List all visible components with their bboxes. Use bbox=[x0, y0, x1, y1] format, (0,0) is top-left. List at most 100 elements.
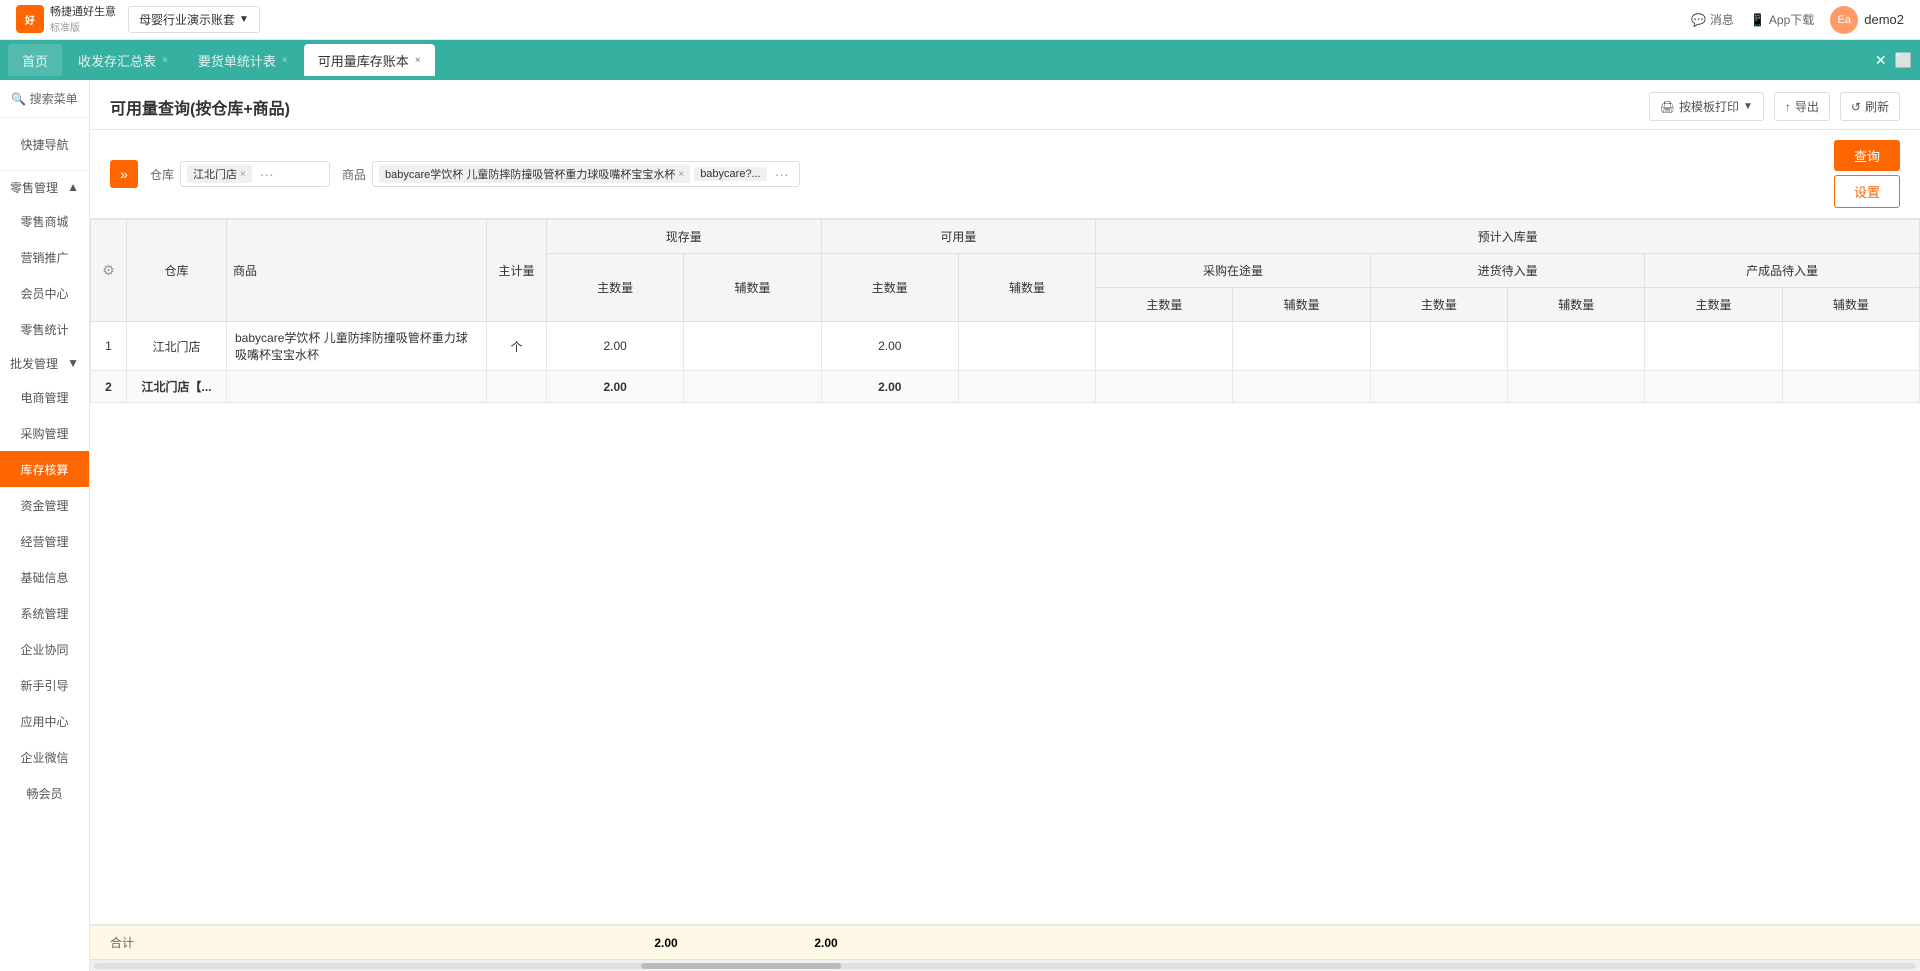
purchase-main-cell bbox=[1096, 322, 1233, 371]
wholesale-chevron-icon: ▼ bbox=[67, 356, 79, 370]
goods-aux-subheader: 辅数量 bbox=[1508, 288, 1645, 322]
product-tag-1-label: babycare学饮杯 儿童防摔防撞吸管杯重力球吸嘴杯宝宝水杯 bbox=[385, 166, 675, 182]
refresh-btn[interactable]: ↺ 刷新 bbox=[1840, 92, 1900, 121]
sidebar-search[interactable]: 🔍 搜索菜单 bbox=[0, 80, 89, 118]
query-btn[interactable]: 查询 bbox=[1834, 140, 1900, 171]
sidebar-item-sys-mgmt[interactable]: 系统管理 bbox=[0, 595, 89, 631]
top-bar-left: 好 畅捷通好生意 标准版 母婴行业演示账套 ▼ bbox=[16, 5, 260, 34]
stock-aux-header: 辅数量 bbox=[684, 254, 821, 322]
user-area[interactable]: Ea demo2 bbox=[1830, 6, 1904, 34]
vip-member-label: 畅会员 bbox=[26, 785, 62, 802]
stock-main-header: 主数量 bbox=[547, 254, 684, 322]
goods-pending-header: 进货待入量 bbox=[1370, 254, 1645, 288]
tab-receipts[interactable]: 收发存汇总表 × bbox=[64, 44, 182, 76]
sidebar-item-app-center[interactable]: 应用中心 bbox=[0, 703, 89, 739]
refresh-label: 刷新 bbox=[1865, 98, 1889, 115]
settings-btn[interactable]: 设置 bbox=[1834, 175, 1900, 208]
footer-stock-main: 2.00 bbox=[626, 936, 706, 950]
warehouse-tag-close[interactable]: × bbox=[240, 169, 246, 180]
scroll-thumb[interactable] bbox=[641, 963, 841, 969]
sidebar-group-wholesale[interactable]: 批发管理 ▼ bbox=[0, 347, 89, 379]
product-cell: babycare学饮杯 儿童防摔防撞吸管杯重力球吸嘴杯宝宝水杯 bbox=[227, 322, 487, 371]
sidebar-item-basic-info[interactable]: 基础信息 bbox=[0, 559, 89, 595]
inventory-table: ⚙ 仓库 商品 主计量 现存量 bbox=[90, 219, 1920, 403]
sidebar-item-vip-member[interactable]: 畅会员 bbox=[0, 775, 89, 811]
finished-aux-cell bbox=[1782, 322, 1919, 371]
table-area: ⚙ 仓库 商品 主计量 现存量 bbox=[90, 219, 1920, 924]
close-window-icon[interactable]: ✕ bbox=[1875, 52, 1887, 69]
tab-home[interactable]: 首页 bbox=[8, 44, 62, 76]
sidebar-item-inventory-check[interactable]: 库存核算 bbox=[0, 451, 89, 487]
col-available-header: 可用量 bbox=[821, 220, 1096, 254]
app-download-btn[interactable]: 📱 App下载 bbox=[1750, 11, 1814, 28]
subtotal-f-main bbox=[1645, 371, 1782, 403]
subtotal-seq: 2 bbox=[91, 371, 127, 403]
app-center-label: 应用中心 bbox=[20, 713, 68, 730]
product-filter-group: 商品 babycare学饮杯 儿童防摔防撞吸管杯重力球吸嘴杯宝宝水杯 × bab… bbox=[342, 161, 800, 187]
sidebar-item-retail-mall[interactable]: 零售商城 bbox=[0, 203, 89, 239]
tab-inventory-label: 可用量库存账本 bbox=[318, 51, 409, 70]
export-btn[interactable]: ↑ 导出 bbox=[1774, 92, 1830, 121]
footer-values: 2.00 2.00 bbox=[170, 936, 1900, 950]
sidebar-item-quick-nav[interactable]: 快捷导航 bbox=[0, 126, 89, 162]
subtotal-stock-aux bbox=[684, 371, 821, 403]
sidebar-item-operations[interactable]: 经营管理 bbox=[0, 523, 89, 559]
tab-inventory-close[interactable]: × bbox=[415, 55, 421, 66]
tab-inventory[interactable]: 可用量库存账本 × bbox=[304, 44, 435, 76]
sidebar-item-ecommerce[interactable]: 电商管理 bbox=[0, 379, 89, 415]
stock-aux-cell bbox=[684, 322, 821, 371]
download-icon: 📱 bbox=[1750, 13, 1765, 27]
tab-receipts-close[interactable]: × bbox=[162, 55, 168, 66]
avail-main-header: 主数量 bbox=[821, 254, 958, 322]
product-tag-1-close[interactable]: × bbox=[678, 169, 684, 180]
sidebar-item-finance[interactable]: 资金管理 bbox=[0, 487, 89, 523]
logo-area: 好 畅捷通好生意 标准版 bbox=[16, 5, 116, 34]
retail-mall-label: 零售商城 bbox=[20, 213, 68, 230]
product-tag-2-label: babycare?... bbox=[700, 168, 761, 180]
col-planned-header: 预计入库量 bbox=[1096, 220, 1920, 254]
subtotal-avail-aux bbox=[958, 371, 1095, 403]
sidebar-item-marketing[interactable]: 营销推广 bbox=[0, 239, 89, 275]
sidebar-group-retail-mgmt[interactable]: 零售管理 ▲ bbox=[0, 171, 89, 203]
sys-mgmt-label: 系统管理 bbox=[20, 605, 68, 622]
maximize-icon[interactable]: ⬜ bbox=[1895, 52, 1912, 69]
top-bar-right: 💬 消息 📱 App下载 Ea demo2 bbox=[1691, 6, 1904, 34]
message-btn[interactable]: 💬 消息 bbox=[1691, 11, 1734, 28]
wholesale-label: 批发管理 bbox=[10, 355, 58, 372]
subtotal-p-aux bbox=[1233, 371, 1370, 403]
sidebar: 🔍 搜索菜单 快捷导航 零售管理 ▲ 零售商城 营销推广 会员中心 零售统计 批… bbox=[0, 80, 90, 971]
tab-window-actions: ✕ ⬜ bbox=[1875, 52, 1912, 69]
warehouse-more-btn[interactable]: ··· bbox=[256, 166, 278, 182]
sidebar-item-enterprise[interactable]: 企业协同 bbox=[0, 631, 89, 667]
sidebar-item-purchase[interactable]: 采购管理 bbox=[0, 415, 89, 451]
gear-icon[interactable]: ⚙ bbox=[102, 262, 115, 278]
template-print-btn[interactable]: 🖨 按模板打印 ▼ bbox=[1649, 92, 1764, 121]
goods-aux-cell bbox=[1508, 322, 1645, 371]
industry-selector[interactable]: 母婴行业演示账套 ▼ bbox=[128, 6, 260, 33]
warehouse-filter-label: 仓库 bbox=[150, 166, 174, 183]
product-filter-tags[interactable]: babycare学饮杯 儿童防摔防撞吸管杯重力球吸嘴杯宝宝水杯 × babyca… bbox=[372, 161, 800, 187]
subtotal-product bbox=[227, 371, 487, 403]
sidebar-item-new-guide[interactable]: 新手引导 bbox=[0, 667, 89, 703]
col-warehouse-header: 仓库 bbox=[127, 220, 227, 322]
stock-main-cell: 2.00 bbox=[547, 322, 684, 371]
sidebar-item-retail-stats[interactable]: 零售统计 bbox=[0, 311, 89, 347]
filter-toggle-btn[interactable]: » bbox=[110, 160, 138, 188]
purchase-transit-header: 采购在途量 bbox=[1096, 254, 1371, 288]
avatar: Ea bbox=[1830, 6, 1858, 34]
sidebar-item-wechat[interactable]: 企业微信 bbox=[0, 739, 89, 775]
subtotal-row: 2 江北门店【... 2.00 2.00 bbox=[91, 371, 1920, 403]
chevron-icon: ▲ bbox=[67, 180, 79, 194]
finished-main-subheader: 主数量 bbox=[1645, 288, 1782, 322]
filter-bar: » 仓库 江北门店 × ··· 商品 babycare学饮杯 儿童防摔防撞吸管杯… bbox=[90, 130, 1920, 219]
sidebar-item-member-center[interactable]: 会员中心 bbox=[0, 275, 89, 311]
seq-cell: 1 bbox=[91, 322, 127, 371]
product-more-btn[interactable]: ··· bbox=[771, 166, 793, 182]
warehouse-filter-tags[interactable]: 江北门店 × ··· bbox=[180, 161, 330, 187]
finished-aux-subheader: 辅数量 bbox=[1782, 288, 1919, 322]
scroll-bar-area bbox=[90, 959, 1920, 971]
tab-orders-close[interactable]: × bbox=[282, 55, 288, 66]
tab-orders[interactable]: 要货单统计表 × bbox=[184, 44, 302, 76]
message-icon: 💬 bbox=[1691, 13, 1706, 27]
scroll-track[interactable] bbox=[94, 963, 1916, 969]
